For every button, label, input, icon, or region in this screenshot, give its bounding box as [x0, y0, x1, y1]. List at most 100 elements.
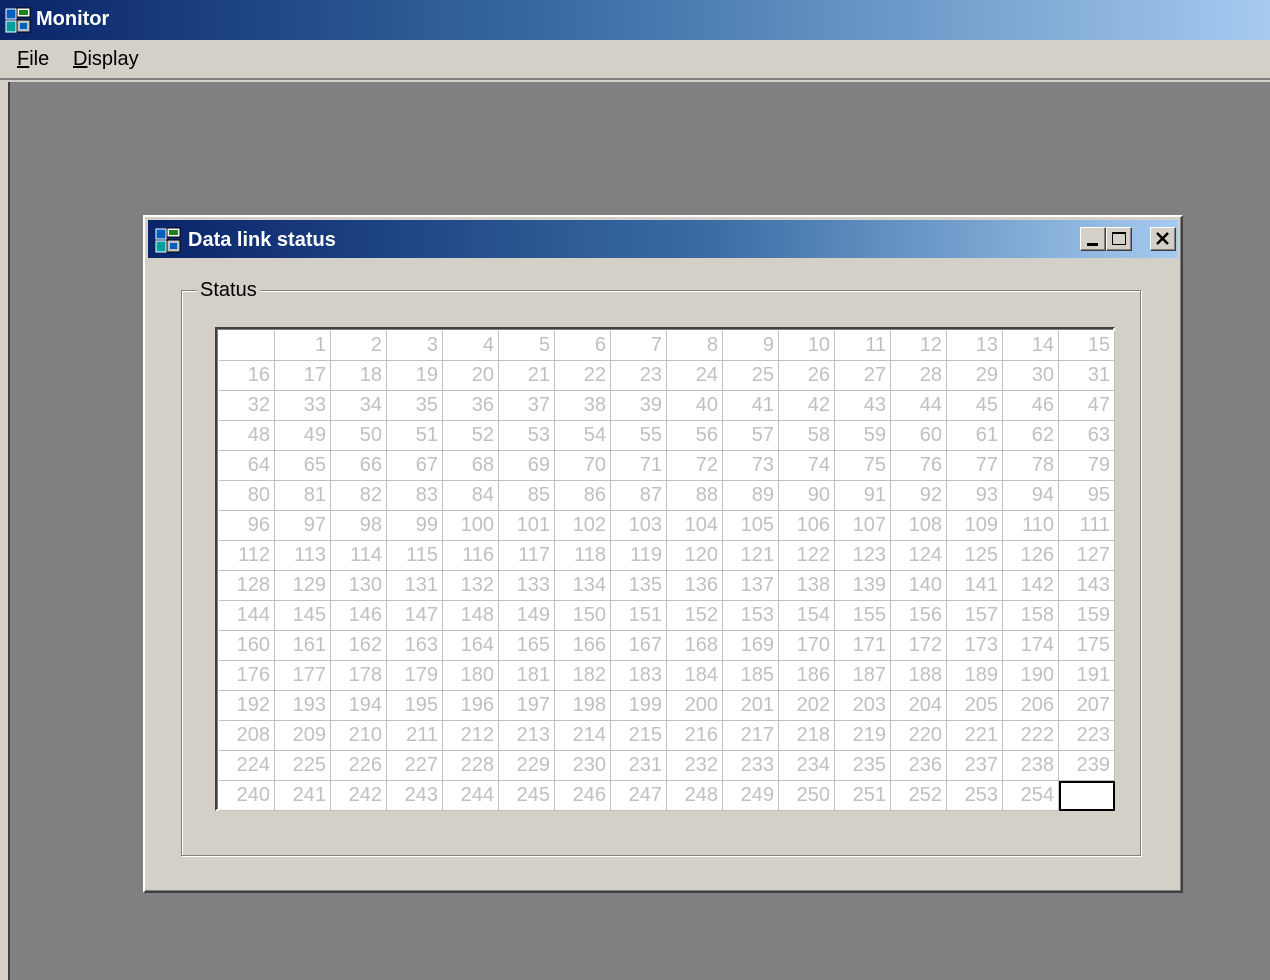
grid-cell[interactable]: 87: [611, 481, 667, 511]
grid-cell[interactable]: 62: [1003, 421, 1059, 451]
grid-cell[interactable]: 252: [891, 781, 947, 811]
grid-cell[interactable]: 28: [891, 361, 947, 391]
grid-cell[interactable]: 168: [667, 631, 723, 661]
grid-cell[interactable]: 16: [219, 361, 275, 391]
grid-cell[interactable]: 250: [779, 781, 835, 811]
grid-cell[interactable]: 45: [947, 391, 1003, 421]
grid-cell[interactable]: 57: [723, 421, 779, 451]
grid-cell[interactable]: 174: [1003, 631, 1059, 661]
grid-cell[interactable]: 176: [219, 661, 275, 691]
status-grid[interactable]: 1 2 3 4 5 6 7 8 9 10 11 12 13 14 15 16 17 18 19 20 21 22 23 24 2…: [215, 327, 1115, 811]
grid-cell[interactable]: 207: [1059, 691, 1115, 721]
grid-cell[interactable]: 112: [219, 541, 275, 571]
maximize-button[interactable]: [1106, 227, 1132, 251]
grid-cell[interactable]: 120: [667, 541, 723, 571]
grid-cell[interactable]: 118: [555, 541, 611, 571]
grid-cell[interactable]: 67: [387, 451, 443, 481]
grid-cell[interactable]: 38: [555, 391, 611, 421]
grid-cell[interactable]: 139: [835, 571, 891, 601]
grid-cell[interactable]: 184: [667, 661, 723, 691]
grid-cell[interactable]: 150: [555, 601, 611, 631]
grid-cell[interactable]: 240: [219, 781, 275, 811]
grid-cell[interactable]: 122: [779, 541, 835, 571]
grid-cell[interactable]: 136: [667, 571, 723, 601]
grid-cell[interactable]: 17: [275, 361, 331, 391]
grid-cell[interactable]: 22: [555, 361, 611, 391]
grid-cell[interactable]: 114: [331, 541, 387, 571]
grid-cell[interactable]: 77: [947, 451, 1003, 481]
grid-cell[interactable]: 198: [555, 691, 611, 721]
grid-cell[interactable]: 244: [443, 781, 499, 811]
grid-cell[interactable]: 142: [1003, 571, 1059, 601]
grid-cell[interactable]: 69: [499, 451, 555, 481]
grid-cell[interactable]: 37: [499, 391, 555, 421]
grid-cell[interactable]: 195: [387, 691, 443, 721]
grid-cell[interactable]: 129: [275, 571, 331, 601]
grid-cell[interactable]: 194: [331, 691, 387, 721]
grid-cell[interactable]: 91: [835, 481, 891, 511]
grid-cell[interactable]: 225: [275, 751, 331, 781]
grid-cell[interactable]: 24: [667, 361, 723, 391]
child-title-bar[interactable]: Data link status: [148, 220, 1178, 258]
grid-cell[interactable]: 130: [331, 571, 387, 601]
grid-cell[interactable]: 117: [499, 541, 555, 571]
grid-cell[interactable]: 6: [555, 331, 611, 361]
grid-cell[interactable]: 140: [891, 571, 947, 601]
grid-cell[interactable]: 60: [891, 421, 947, 451]
grid-cell[interactable]: 85: [499, 481, 555, 511]
grid-cell[interactable]: 178: [331, 661, 387, 691]
grid-cell[interactable]: 110: [1003, 511, 1059, 541]
grid-cell[interactable]: 234: [779, 751, 835, 781]
grid-cell[interactable]: 164: [443, 631, 499, 661]
monitor-app-icon[interactable]: [4, 6, 32, 34]
grid-cell[interactable]: 196: [443, 691, 499, 721]
grid-cell[interactable]: 50: [331, 421, 387, 451]
grid-cell[interactable]: 149: [499, 601, 555, 631]
grid-cell[interactable]: 123: [835, 541, 891, 571]
grid-cell[interactable]: 221: [947, 721, 1003, 751]
grid-cell[interactable]: 217: [723, 721, 779, 751]
grid-cell[interactable]: 224: [219, 751, 275, 781]
grid-cell[interactable]: 47: [1059, 391, 1115, 421]
grid-cell[interactable]: 107: [835, 511, 891, 541]
grid-cell[interactable]: 238: [1003, 751, 1059, 781]
grid-cell[interactable]: 247: [611, 781, 667, 811]
grid-cell[interactable]: 59: [835, 421, 891, 451]
grid-cell[interactable]: 10: [779, 331, 835, 361]
grid-cell[interactable]: 191: [1059, 661, 1115, 691]
grid-cell[interactable]: 165: [499, 631, 555, 661]
grid-cell[interactable]: 52: [443, 421, 499, 451]
grid-cell[interactable]: 226: [331, 751, 387, 781]
grid-cell[interactable]: 147: [387, 601, 443, 631]
grid-cell[interactable]: 90: [779, 481, 835, 511]
grid-cell[interactable]: 243: [387, 781, 443, 811]
grid-cell[interactable]: 68: [443, 451, 499, 481]
grid-cell[interactable]: 230: [555, 751, 611, 781]
grid-cell[interactable]: [1059, 781, 1115, 811]
grid-cell[interactable]: 153: [723, 601, 779, 631]
grid-cell[interactable]: 12: [891, 331, 947, 361]
grid-cell[interactable]: 78: [1003, 451, 1059, 481]
grid-cell[interactable]: 216: [667, 721, 723, 751]
grid-cell[interactable]: 20: [443, 361, 499, 391]
grid-cell[interactable]: 157: [947, 601, 1003, 631]
grid-cell[interactable]: 61: [947, 421, 1003, 451]
grid-cell[interactable]: 14: [1003, 331, 1059, 361]
grid-cell[interactable]: 97: [275, 511, 331, 541]
grid-cell[interactable]: 188: [891, 661, 947, 691]
grid-cell[interactable]: 162: [331, 631, 387, 661]
grid-cell[interactable]: [219, 331, 275, 361]
grid-cell[interactable]: 233: [723, 751, 779, 781]
grid-cell[interactable]: 133: [499, 571, 555, 601]
grid-cell[interactable]: 95: [1059, 481, 1115, 511]
grid-cell[interactable]: 205: [947, 691, 1003, 721]
grid-cell[interactable]: 98: [331, 511, 387, 541]
grid-cell[interactable]: 73: [723, 451, 779, 481]
grid-cell[interactable]: 141: [947, 571, 1003, 601]
grid-cell[interactable]: 125: [947, 541, 1003, 571]
grid-cell[interactable]: 71: [611, 451, 667, 481]
grid-cell[interactable]: 231: [611, 751, 667, 781]
grid-cell[interactable]: 179: [387, 661, 443, 691]
grid-cell[interactable]: 99: [387, 511, 443, 541]
grid-cell[interactable]: 212: [443, 721, 499, 751]
